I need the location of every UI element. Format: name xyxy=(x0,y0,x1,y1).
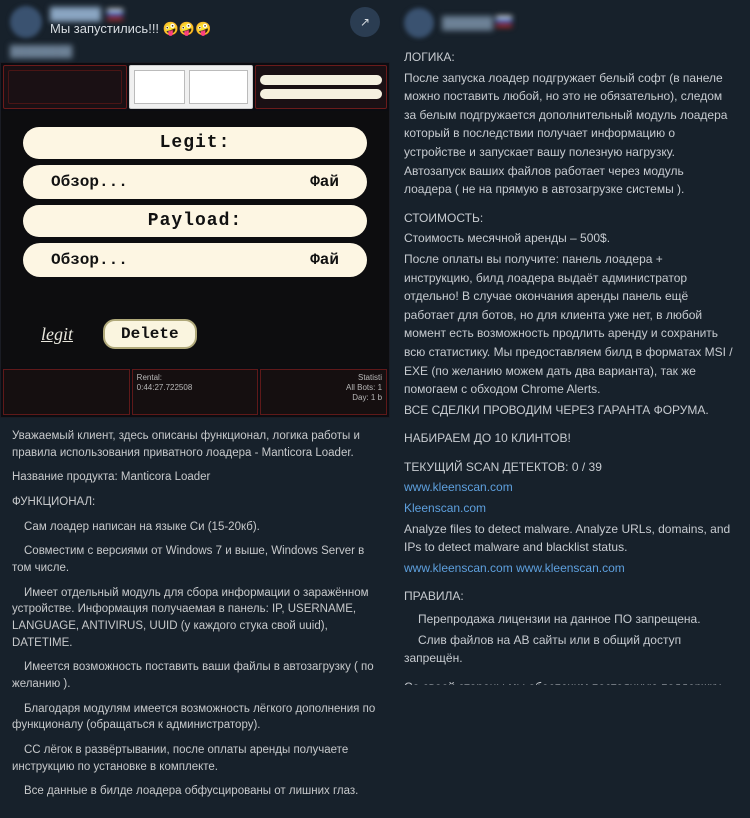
scan-title: ТЕКУЩИЙ SCAN ДЕТЕКТОВ: 0 / 39 xyxy=(404,458,734,477)
func-p7: Все данные в билде лоадера обфусцированы… xyxy=(12,783,378,800)
rule-1: Перепродажа лицензии на данное ПО запрещ… xyxy=(404,610,734,629)
flag-icon xyxy=(107,9,123,20)
func-p3: Имеет отдельный модуль для сбора информа… xyxy=(12,585,378,652)
func-p6: CC лёгок в развёртывании, после оплаты а… xyxy=(12,742,378,775)
thumb-b1[interactable] xyxy=(3,369,130,415)
avatar xyxy=(10,6,42,38)
rules-block: Перепродажа лицензии на данное ПО запрещ… xyxy=(404,610,734,668)
func-title: ФУНКЦИОНАЛ: xyxy=(12,494,378,511)
product-name: Название продукта: Manticora Loader xyxy=(12,469,378,486)
mock-ui: Legit: Обзор... Фай Payload: Обзор... Фа… xyxy=(1,111,389,367)
file-label-2: Фай xyxy=(310,251,339,269)
bots-label: All Bots: 1 xyxy=(265,383,382,392)
func-p4: Имеется возможность поставить ваши файлы… xyxy=(12,659,378,692)
recruit: НАБИРАЕМ ДО 10 КЛИНТОВ! xyxy=(404,429,734,448)
cost-2: После оплаты вы получите: панель лоадера… xyxy=(404,250,734,399)
day-label: Day: 1 b xyxy=(265,393,382,402)
link-2[interactable]: Kleenscan.com xyxy=(404,501,486,515)
link-4[interactable]: www.kleenscan.com xyxy=(516,561,625,575)
cost-3: ВСЕ СДЕЛКИ ПРОВОДИМ ЧЕРЕЗ ГАРАНТА ФОРУМА… xyxy=(404,401,734,420)
header-text: ██████ Мы запустились!!! 🤪🤪🤪 xyxy=(50,7,342,37)
browse-label: Обзор... xyxy=(51,173,128,191)
payload-row[interactable]: Обзор... Фай xyxy=(23,243,367,277)
legit-header: Legit: xyxy=(23,127,367,159)
func-p1: Сам лоадер написан на языке Си (15-20кб)… xyxy=(12,519,378,536)
screenshot-container: Legit: Обзор... Фай Payload: Обзор... Фа… xyxy=(0,62,390,418)
cost-title: СТОИМОСТЬ: xyxy=(404,209,734,228)
username-right: ██████ xyxy=(442,16,512,30)
right-header: ██████ xyxy=(404,8,734,38)
logic-text: После запуска лоадер подгружает белый со… xyxy=(404,69,734,199)
description-block: Уважаемый клиент, здесь описаны функцион… xyxy=(0,418,390,818)
cost-1: Стоимость месячной аренды – 500$. xyxy=(404,229,734,248)
scan-desc: Analyze files to detect malware. Analyze… xyxy=(404,520,734,557)
left-message: ██████ Мы запустились!!! 🤪🤪🤪 ↗ ████████ … xyxy=(0,0,390,685)
thumb-row-top xyxy=(1,63,389,111)
subtitle-blur: ████████ xyxy=(0,44,390,62)
intro-text: Уважаемый клиент, здесь описаны функцион… xyxy=(12,428,378,461)
func-p5: Благодаря модулям имеется возможность лё… xyxy=(12,701,378,734)
forward-icon: ↗ xyxy=(360,15,370,29)
forward-button[interactable]: ↗ xyxy=(350,7,380,37)
outro: Со своей стороны мы обеспечим постоянную… xyxy=(404,678,734,685)
logic-title: ЛОГИКА: xyxy=(404,48,734,67)
thumb-b2[interactable]: Rental: 0:44:27.722508 xyxy=(132,369,259,415)
avatar-right xyxy=(404,8,434,38)
rental-label: Rental: xyxy=(137,373,254,382)
payload-header: Payload: xyxy=(23,205,367,237)
rule-2: Слив файлов на АВ сайты или в общий дост… xyxy=(404,631,734,668)
stat-label: Statisti xyxy=(265,373,382,382)
launch-text: Мы запустились!!! 🤪🤪🤪 xyxy=(50,21,342,37)
post-header: ██████ Мы запустились!!! 🤪🤪🤪 ↗ xyxy=(0,0,390,44)
thumb-1[interactable] xyxy=(3,65,127,109)
file-label: Фай xyxy=(310,173,339,191)
flag-icon-2 xyxy=(496,16,512,27)
right-message: ██████ ЛОГИКА: После запуска лоадер подг… xyxy=(390,0,748,685)
thumb-row-bottom: Rental: 0:44:27.722508 Statisti All Bots… xyxy=(1,367,389,417)
link-3[interactable]: www.kleenscan.com xyxy=(404,561,513,575)
rental-time: 0:44:27.722508 xyxy=(137,383,254,392)
thumb-b3[interactable]: Statisti All Bots: 1 Day: 1 b xyxy=(260,369,387,415)
browse-label-2: Обзор... xyxy=(51,251,128,269)
username-line: ██████ xyxy=(50,7,342,21)
legit-row[interactable]: Обзор... Фай xyxy=(23,165,367,199)
thumb-2[interactable] xyxy=(129,65,253,109)
func-p2: Совместим с версиями от Windows 7 и выше… xyxy=(12,543,378,576)
delete-button[interactable]: Delete xyxy=(103,319,197,349)
legit-tag: legit xyxy=(41,324,73,345)
link-1[interactable]: www.kleenscan.com xyxy=(404,480,513,494)
delete-row: legit Delete xyxy=(19,307,371,353)
thumb-3[interactable] xyxy=(255,65,387,109)
rules-title: ПРАВИЛА: xyxy=(404,587,734,606)
